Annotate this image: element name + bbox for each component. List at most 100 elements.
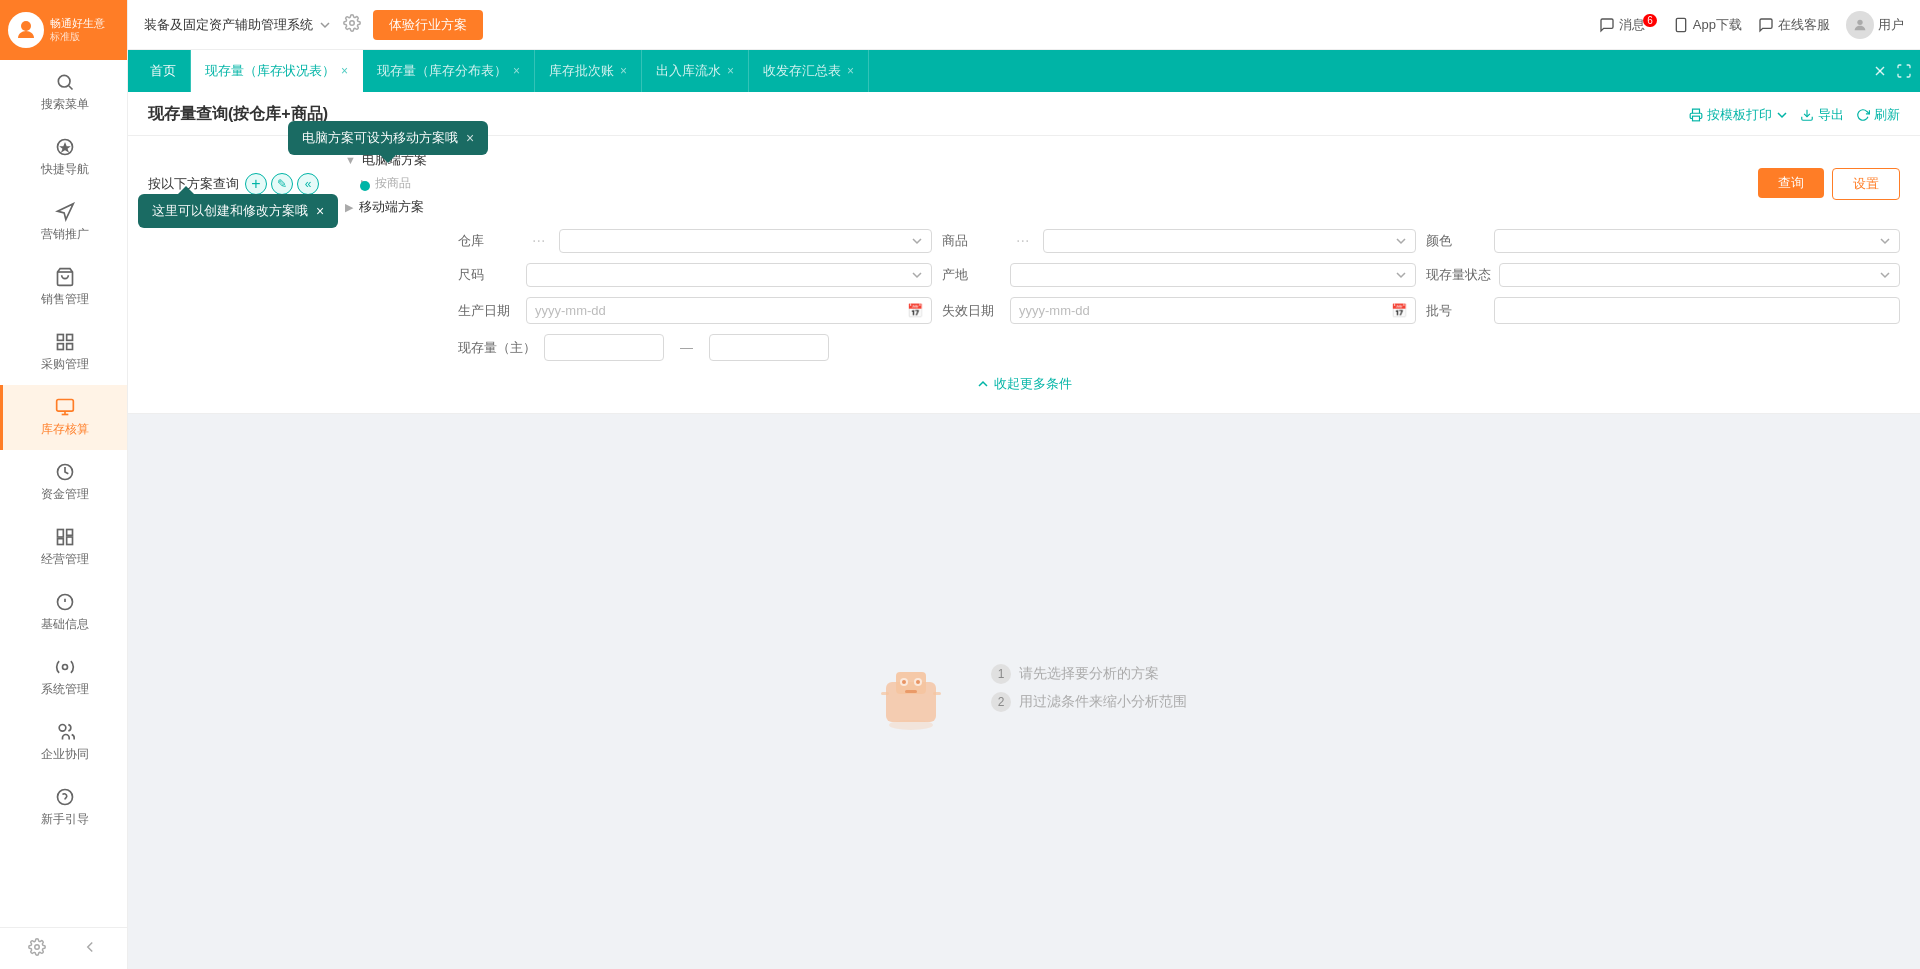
produce-date-input[interactable]: yyyy-mm-dd 📅 (526, 297, 932, 324)
scheme-sub-item[interactable]: ▶ 按商品 (361, 172, 427, 195)
query-button[interactable]: 查询 (1758, 168, 1824, 198)
sidebar-item-marketing[interactable]: 营销推广 (0, 190, 127, 255)
svg-rect-6 (58, 335, 64, 341)
close-all-tabs-icon[interactable] (1872, 63, 1888, 79)
sidebar-item-management[interactable]: 经营管理 (0, 515, 127, 580)
svg-rect-41 (933, 692, 941, 695)
tab-close-inout[interactable]: × (727, 64, 734, 78)
message-badge: 6 (1643, 14, 1657, 27)
origin-select[interactable] (1010, 263, 1416, 287)
sidebar-label-cooperation: 企业协同 (41, 746, 89, 763)
main-area: 装备及固定资产辅助管理系统 体验行业方案 消息 6 App下载 在线客服 (128, 0, 1920, 969)
fullscreen-icon[interactable] (1896, 63, 1912, 79)
tab-inventory-distribution[interactable]: 现存量（库存分布表） × (363, 50, 535, 92)
origin-dropdown-icon (1395, 269, 1407, 281)
sidebar-item-system[interactable]: 系统管理 (0, 645, 127, 710)
svg-rect-9 (57, 400, 74, 412)
topbar: 装备及固定资产辅助管理系统 体验行业方案 消息 6 App下载 在线客服 (128, 0, 1920, 50)
sidebar: 畅通好生意 标准版 搜索菜单 快捷导航 营销推广 销售管理 采购管理 (0, 0, 128, 969)
edit-scheme-button[interactable]: ✎ (271, 173, 293, 195)
sidebar-item-capital[interactable]: 资金管理 (0, 450, 127, 515)
svg-rect-8 (58, 344, 64, 350)
sidebar-item-purchase[interactable]: 采购管理 (0, 320, 127, 385)
tooltip1-close[interactable]: × (466, 130, 474, 146)
tab-batch-account[interactable]: 库存批次账 × (535, 50, 642, 92)
batch-input[interactable] (1494, 297, 1900, 324)
svg-rect-13 (58, 530, 64, 538)
field-warehouse: 仓库 ··· (458, 229, 932, 253)
app-download-button[interactable]: App下载 (1673, 16, 1742, 34)
size-dropdown-icon (911, 269, 923, 281)
warehouse-select[interactable] (559, 229, 932, 253)
messages-button[interactable]: 消息 6 (1599, 16, 1657, 34)
industry-solution-button[interactable]: 体验行业方案 (373, 10, 483, 40)
empty-state: 1 请先选择要分析的方案 2 用过滤条件来缩小分析范围 (128, 414, 1920, 969)
collapse-sidebar-icon[interactable] (81, 938, 99, 959)
sidebar-item-sales[interactable]: 销售管理 (0, 255, 127, 320)
stock-status-select[interactable] (1499, 263, 1900, 287)
settings-icon[interactable] (28, 938, 46, 959)
tab-close-inventory-status[interactable]: × (341, 64, 348, 78)
filter-row2: 尺码 产地 现存量状态 (458, 263, 1900, 287)
user-menu[interactable]: 用户 (1846, 11, 1904, 39)
tab-close-dispatch[interactable]: × (847, 64, 854, 78)
export-button[interactable]: 导出 (1800, 106, 1844, 124)
tab-home[interactable]: 首页 (136, 50, 191, 92)
reset-button[interactable]: 设置 (1832, 168, 1900, 200)
field-color: 颜色 (1426, 229, 1900, 253)
sidebar-item-cooperation[interactable]: 企业协同 (0, 710, 127, 775)
filter-fields-container: 仓库 ··· 商品 ··· (458, 229, 1900, 361)
color-select[interactable] (1494, 229, 1900, 253)
tooltip-scheme-edit: 这里可以创建和修改方案哦 × (138, 194, 338, 228)
svg-point-24 (35, 945, 40, 950)
svg-rect-31 (1693, 116, 1700, 121)
svg-point-28 (1857, 19, 1862, 24)
svg-rect-7 (67, 335, 73, 341)
user-avatar (1846, 11, 1874, 39)
refresh-button[interactable]: 刷新 (1856, 106, 1900, 124)
tab-inout-flow[interactable]: 出入库流水 × (642, 50, 749, 92)
tab-close-distribution[interactable]: × (513, 64, 520, 78)
collapse-bar[interactable]: 收起更多条件 (148, 367, 1900, 401)
field-goods: 商品 ··· (942, 229, 1416, 253)
sidebar-item-guide[interactable]: 新手引导 (0, 775, 127, 840)
sidebar-label-search: 搜索菜单 (41, 96, 89, 113)
svg-point-25 (350, 21, 355, 26)
hint-item-1: 1 请先选择要分析的方案 (991, 664, 1187, 684)
field-origin: 产地 (942, 263, 1416, 287)
logo-icon (8, 12, 44, 48)
empty-illustration (861, 642, 961, 742)
app-name: 畅通好生意 (50, 16, 105, 30)
size-select[interactable] (526, 263, 932, 287)
sidebar-item-basicinfo[interactable]: 基础信息 (0, 580, 127, 645)
add-scheme-button[interactable]: + (245, 173, 267, 195)
field-batch: 批号 (1426, 297, 1900, 324)
sidebar-label-management: 经营管理 (41, 551, 89, 568)
filter-area: 按以下方案查询 + ✎ « 电脑方案可设为移动 (128, 136, 1920, 414)
goods-dropdown-icon (1395, 235, 1407, 247)
sidebar-item-quicknav[interactable]: 快捷导航 (0, 125, 127, 190)
online-support-button[interactable]: 在线客服 (1758, 16, 1830, 34)
stock-main-to-input[interactable] (709, 334, 829, 361)
gear-icon[interactable] (343, 14, 361, 35)
back-scheme-button[interactable]: « (297, 173, 319, 195)
tab-close-batch[interactable]: × (620, 64, 627, 78)
sidebar-logo: 畅通好生意 标准版 (0, 0, 127, 60)
stock-main-from-input[interactable] (544, 334, 664, 361)
sidebar-label-sales: 销售管理 (41, 291, 89, 308)
svg-rect-15 (58, 539, 64, 545)
scheme-mobile-item[interactable]: ▶ 移动端方案 (345, 195, 427, 219)
svg-point-20 (63, 665, 68, 670)
tab-receive-dispatch[interactable]: 收发存汇总表 × (749, 50, 869, 92)
tab-inventory-status[interactable]: 现存量（库存状况表） × (191, 50, 363, 92)
tooltip2-close[interactable]: × (316, 203, 324, 219)
sidebar-item-search[interactable]: 搜索菜单 (0, 60, 127, 125)
sidebar-item-inventory[interactable]: 库存核算 (0, 385, 127, 450)
expire-date-input[interactable]: yyyy-mm-dd 📅 (1010, 297, 1416, 324)
goods-select[interactable] (1043, 229, 1416, 253)
field-expire-date: 失效日期 yyyy-mm-dd 📅 (942, 297, 1416, 324)
print-button[interactable]: 按模板打印 (1689, 106, 1788, 124)
tooltip-scheme-mobile: 电脑方案可设为移动方案哦 × (288, 121, 488, 155)
filter-row1: 仓库 ··· 商品 ··· (458, 229, 1900, 253)
sidebar-footer (0, 927, 127, 969)
